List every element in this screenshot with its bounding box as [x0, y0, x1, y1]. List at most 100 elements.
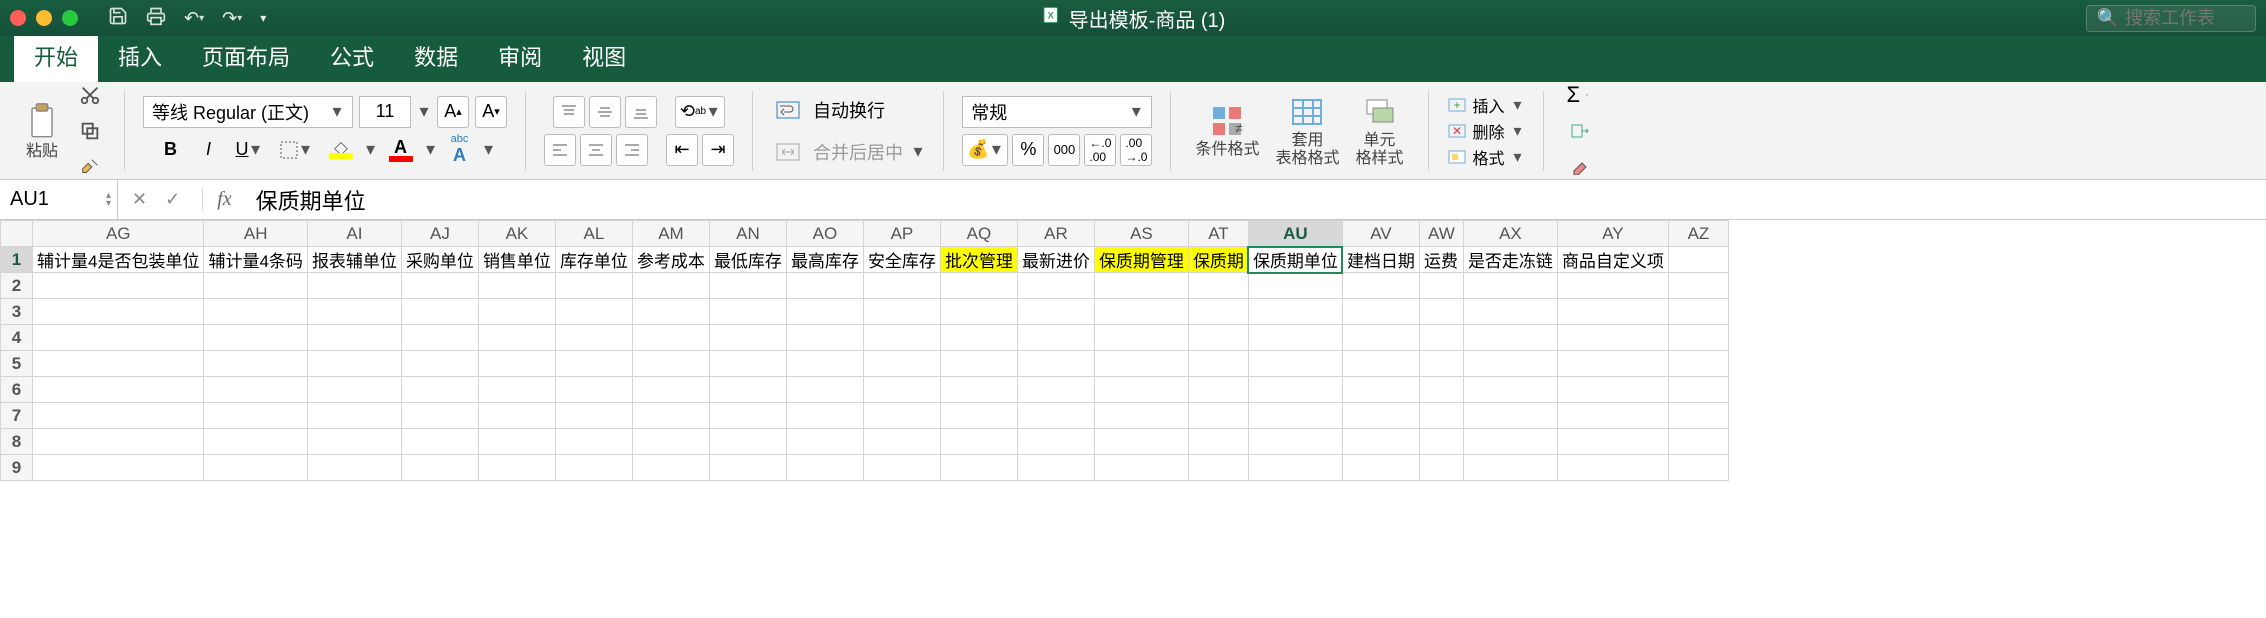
cell-AH4[interactable] [204, 325, 307, 351]
cell-AK8[interactable] [478, 429, 555, 455]
cell-AO7[interactable] [786, 403, 863, 429]
cell-AG7[interactable] [33, 403, 204, 429]
cell-AQ5[interactable] [940, 351, 1017, 377]
cell-AK2[interactable] [478, 273, 555, 299]
cell-AI5[interactable] [307, 351, 401, 377]
cell-AZ5[interactable] [1668, 351, 1728, 377]
cell-AU1[interactable]: 保质期单位 [1248, 247, 1342, 273]
cell-AT7[interactable] [1188, 403, 1248, 429]
tab-formulas[interactable]: 公式 [310, 30, 394, 82]
cell-AH3[interactable] [204, 299, 307, 325]
cell-AN3[interactable] [709, 299, 786, 325]
cell-AP8[interactable] [863, 429, 940, 455]
cell-AW5[interactable] [1419, 351, 1463, 377]
cell-AG9[interactable] [33, 455, 204, 481]
cell-AG1[interactable]: 辅计量4是否包装单位 [33, 247, 204, 273]
cell-AY9[interactable] [1557, 455, 1668, 481]
cell-AY1[interactable]: 商品自定义项 [1557, 247, 1668, 273]
cell-AX4[interactable] [1463, 325, 1557, 351]
tab-home[interactable]: 开始 [14, 30, 98, 82]
cell-AY5[interactable] [1557, 351, 1668, 377]
fill-button[interactable] [1562, 115, 1600, 147]
cell-AW3[interactable] [1419, 299, 1463, 325]
bold-button[interactable]: B [155, 134, 187, 166]
col-header-AI[interactable]: AI [307, 221, 401, 247]
cell-AQ4[interactable] [940, 325, 1017, 351]
tab-view[interactable]: 视图 [562, 30, 646, 82]
cell-AV8[interactable] [1342, 429, 1419, 455]
cell-AS5[interactable] [1094, 351, 1188, 377]
cell-AM7[interactable] [632, 403, 709, 429]
copy-button[interactable] [74, 115, 106, 147]
col-header-AP[interactable]: AP [863, 221, 940, 247]
col-header-AW[interactable]: AW [1419, 221, 1463, 247]
cell-AJ6[interactable] [401, 377, 478, 403]
tab-data[interactable]: 数据 [394, 30, 478, 82]
cell-AR4[interactable] [1017, 325, 1094, 351]
align-center-button[interactable] [580, 134, 612, 166]
row-header-4[interactable]: 4 [1, 325, 33, 351]
cell-AK9[interactable] [478, 455, 555, 481]
increase-indent-button[interactable]: ⇥ [702, 134, 734, 166]
cell-AQ6[interactable] [940, 377, 1017, 403]
underline-button[interactable]: U▾ [231, 134, 268, 166]
conditional-format-button[interactable]: ≠ 条件格式 [1189, 101, 1265, 161]
cell-AK1[interactable]: 销售单位 [478, 247, 555, 273]
col-header-AV[interactable]: AV [1342, 221, 1419, 247]
cell-AZ7[interactable] [1668, 403, 1728, 429]
cell-AG6[interactable] [33, 377, 204, 403]
chevron-down-icon[interactable]: ▾ [417, 101, 431, 122]
col-header-AZ[interactable]: AZ [1668, 221, 1728, 247]
cell-AU5[interactable] [1248, 351, 1342, 377]
cell-AM9[interactable] [632, 455, 709, 481]
cell-AR1[interactable]: 最新进价 [1017, 247, 1094, 273]
cell-AW8[interactable] [1419, 429, 1463, 455]
cell-AM8[interactable] [632, 429, 709, 455]
cell-AL7[interactable] [555, 403, 632, 429]
cell-AK3[interactable] [478, 299, 555, 325]
cell-AN8[interactable] [709, 429, 786, 455]
qat-dropdown-icon[interactable]: ▾ [260, 11, 266, 25]
cell-AG3[interactable] [33, 299, 204, 325]
cell-AQ9[interactable] [940, 455, 1017, 481]
cell-AS2[interactable] [1094, 273, 1188, 299]
row-header-7[interactable]: 7 [1, 403, 33, 429]
cell-AY4[interactable] [1557, 325, 1668, 351]
tab-page-layout[interactable]: 页面布局 [182, 30, 310, 82]
cell-AX2[interactable] [1463, 273, 1557, 299]
cell-AN2[interactable] [709, 273, 786, 299]
cell-AT6[interactable] [1188, 377, 1248, 403]
cell-AJ4[interactable] [401, 325, 478, 351]
cell-AH7[interactable] [204, 403, 307, 429]
cell-AT4[interactable] [1188, 325, 1248, 351]
comma-button[interactable]: 000 [1048, 134, 1080, 166]
cell-AP7[interactable] [863, 403, 940, 429]
col-header-AS[interactable]: AS [1094, 221, 1188, 247]
cell-AS6[interactable] [1094, 377, 1188, 403]
cell-AX5[interactable] [1463, 351, 1557, 377]
cell-AM1[interactable]: 参考成本 [632, 247, 709, 273]
cell-AQ3[interactable] [940, 299, 1017, 325]
cell-AU3[interactable] [1248, 299, 1342, 325]
cell-AK6[interactable] [478, 377, 555, 403]
cell-AV1[interactable]: 建档日期 [1342, 247, 1419, 273]
col-header-AJ[interactable]: AJ [401, 221, 478, 247]
cell-AY2[interactable] [1557, 273, 1668, 299]
table-format-button[interactable]: 套用 表格格式 [1269, 92, 1345, 169]
cell-AO8[interactable] [786, 429, 863, 455]
percent-button[interactable]: % [1012, 134, 1044, 166]
cell-AS8[interactable] [1094, 429, 1188, 455]
phonetic-button[interactable]: abcA [444, 134, 476, 166]
cell-AH2[interactable] [204, 273, 307, 299]
cell-AX3[interactable] [1463, 299, 1557, 325]
cell-AI9[interactable] [307, 455, 401, 481]
wrap-text-button[interactable] [771, 94, 805, 126]
col-header-AT[interactable]: AT [1188, 221, 1248, 247]
col-header-AO[interactable]: AO [786, 221, 863, 247]
cell-AO5[interactable] [786, 351, 863, 377]
cell-AI4[interactable] [307, 325, 401, 351]
font-name-select[interactable]: 等线 Regular (正文)▾ [143, 96, 353, 128]
align-right-button[interactable] [616, 134, 648, 166]
border-button[interactable]: ▾ [274, 134, 318, 166]
cell-AR9[interactable] [1017, 455, 1094, 481]
